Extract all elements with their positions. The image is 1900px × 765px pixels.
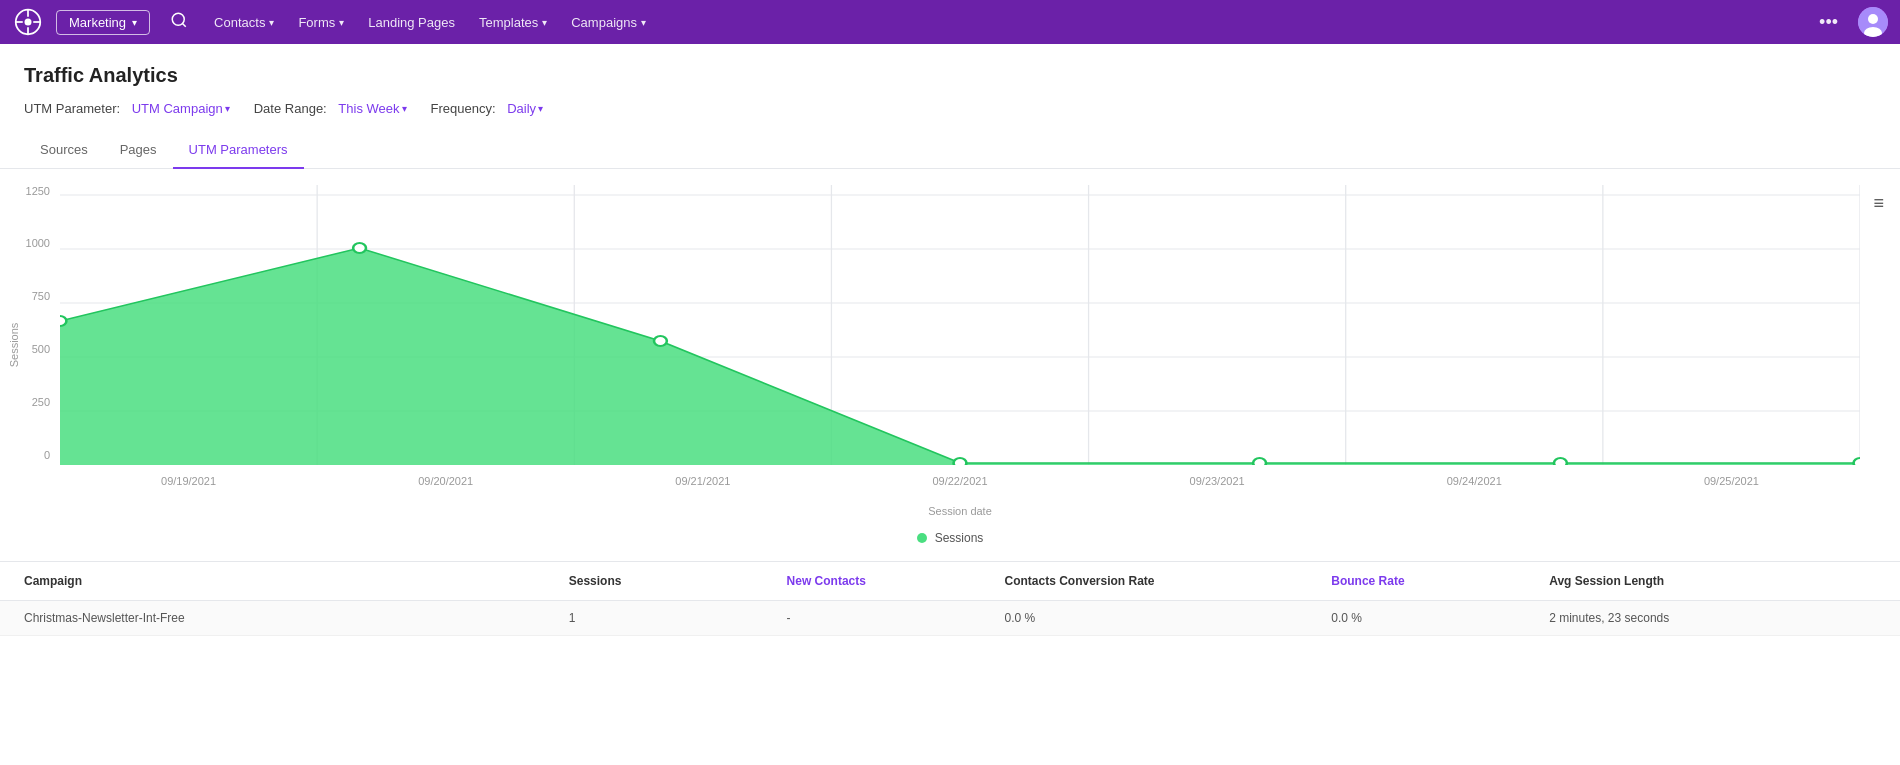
- date-filter: Date Range: This Week ▾: [254, 101, 407, 116]
- y-label-0: 0: [5, 449, 50, 461]
- table-header: Campaign Sessions New Contacts Contacts …: [0, 562, 1900, 601]
- chart-dot-6: [1554, 458, 1567, 465]
- x-axis-labels: 09/19/2021 09/20/2021 09/21/2021 09/22/2…: [60, 469, 1860, 505]
- nav-templates[interactable]: Templates ▾: [469, 9, 557, 36]
- table-row: Christmas-Newsletter-Int-Free 1 - 0.0 % …: [0, 601, 1900, 636]
- x-label-2: 09/21/2021: [574, 475, 831, 487]
- th-new-contacts[interactable]: New Contacts: [787, 574, 1005, 588]
- td-contacts-conversion-rate: 0.0 %: [1004, 611, 1331, 625]
- chart-dot-3: [654, 336, 667, 346]
- svg-point-6: [172, 13, 184, 25]
- freq-filter: Frequency: Daily ▾: [431, 101, 544, 116]
- th-bounce-rate[interactable]: Bounce Rate: [1331, 574, 1549, 588]
- utm-filter: UTM Parameter: UTM Campaign ▾: [24, 101, 230, 116]
- chart-dot-4: [954, 458, 967, 465]
- tabs-bar: Sources Pages UTM Parameters: [0, 132, 1900, 169]
- tab-pages[interactable]: Pages: [104, 132, 173, 169]
- date-caret: ▾: [402, 103, 407, 114]
- td-new-contacts: -: [787, 611, 1005, 625]
- legend-label-sessions: Sessions: [935, 531, 984, 545]
- chart-svg-wrap: [60, 185, 1860, 465]
- contacts-caret: ▾: [269, 17, 274, 28]
- chart-dot-1: [60, 316, 66, 326]
- filter-bar: UTM Parameter: UTM Campaign ▾ Date Range…: [24, 101, 1876, 116]
- utm-caret: ▾: [225, 103, 230, 114]
- data-table: Campaign Sessions New Contacts Contacts …: [0, 561, 1900, 636]
- x-label-3: 09/22/2021: [831, 475, 1088, 487]
- tab-sources[interactable]: Sources: [24, 132, 104, 169]
- svg-line-7: [183, 23, 186, 26]
- templates-caret: ▾: [542, 17, 547, 28]
- nav-landing-pages[interactable]: Landing Pages: [358, 9, 465, 36]
- chart-container: Sessions 0 250 500 750 1000 1250: [60, 185, 1860, 505]
- x-label-0: 09/19/2021: [60, 475, 317, 487]
- chart-svg: [60, 185, 1860, 465]
- x-label-5: 09/24/2021: [1346, 475, 1603, 487]
- top-navigation: Marketing ▾ Contacts ▾ Forms ▾ Landing P…: [0, 0, 1900, 44]
- th-campaign: Campaign: [24, 574, 569, 588]
- utm-value-selector[interactable]: UTM Campaign ▾: [132, 101, 230, 116]
- date-label: Date Range:: [254, 101, 327, 116]
- x-axis-title: Session date: [60, 505, 1860, 521]
- y-label-500: 500: [5, 343, 50, 355]
- tab-utm-parameters[interactable]: UTM Parameters: [173, 132, 304, 169]
- y-label-1250: 1250: [5, 185, 50, 197]
- svg-point-9: [1868, 14, 1878, 24]
- page-title: Traffic Analytics: [24, 64, 1876, 87]
- utm-label: UTM Parameter:: [24, 101, 120, 116]
- chart-dot-2: [353, 243, 366, 253]
- freq-caret: ▾: [538, 103, 543, 114]
- date-value-selector[interactable]: This Week ▾: [338, 101, 406, 116]
- th-sessions: Sessions: [569, 574, 787, 588]
- x-label-6: 09/25/2021: [1603, 475, 1860, 487]
- nav-forms[interactable]: Forms ▾: [288, 9, 354, 36]
- forms-caret: ▾: [339, 17, 344, 28]
- workspace-caret: ▾: [132, 17, 137, 28]
- freq-label: Frequency:: [431, 101, 496, 116]
- y-label-250: 250: [5, 396, 50, 408]
- nav-campaigns[interactable]: Campaigns ▾: [561, 9, 656, 36]
- td-avg-session-length: 2 minutes, 23 seconds: [1549, 611, 1876, 625]
- svg-point-1: [25, 19, 32, 26]
- nav-contacts[interactable]: Contacts ▾: [204, 9, 284, 36]
- th-avg-session-length: Avg Session Length: [1549, 574, 1876, 588]
- td-bounce-rate: 0.0 %: [1331, 611, 1549, 625]
- search-button[interactable]: [162, 7, 196, 37]
- chart-menu-button[interactable]: ≡: [1873, 193, 1884, 214]
- chart-dot-7: [1854, 458, 1860, 465]
- legend-dot-sessions: [917, 533, 927, 543]
- chart-section: ≡ Sessions 0 250 500 750 1000 1250: [0, 169, 1900, 561]
- x-label-1: 09/20/2021: [317, 475, 574, 487]
- logo[interactable]: [12, 6, 44, 38]
- y-axis-labels: 0 250 500 750 1000 1250: [5, 185, 50, 465]
- user-avatar[interactable]: [1858, 7, 1888, 37]
- more-options-button[interactable]: •••: [1811, 8, 1846, 37]
- freq-value-selector[interactable]: Daily ▾: [507, 101, 543, 116]
- y-label-750: 750: [5, 290, 50, 302]
- page-content: Traffic Analytics UTM Parameter: UTM Cam…: [0, 44, 1900, 765]
- chart-dot-5: [1253, 458, 1266, 465]
- x-label-4: 09/23/2021: [1089, 475, 1346, 487]
- workspace-label: Marketing: [69, 15, 126, 30]
- campaigns-caret: ▾: [641, 17, 646, 28]
- chart-legend: Sessions: [0, 521, 1900, 561]
- td-sessions: 1: [569, 611, 787, 625]
- th-contacts-conversion-rate: Contacts Conversion Rate: [1004, 574, 1331, 588]
- y-label-1000: 1000: [5, 237, 50, 249]
- workspace-selector[interactable]: Marketing ▾: [56, 10, 150, 35]
- td-campaign: Christmas-Newsletter-Int-Free: [24, 611, 569, 625]
- page-header: Traffic Analytics UTM Parameter: UTM Cam…: [0, 44, 1900, 116]
